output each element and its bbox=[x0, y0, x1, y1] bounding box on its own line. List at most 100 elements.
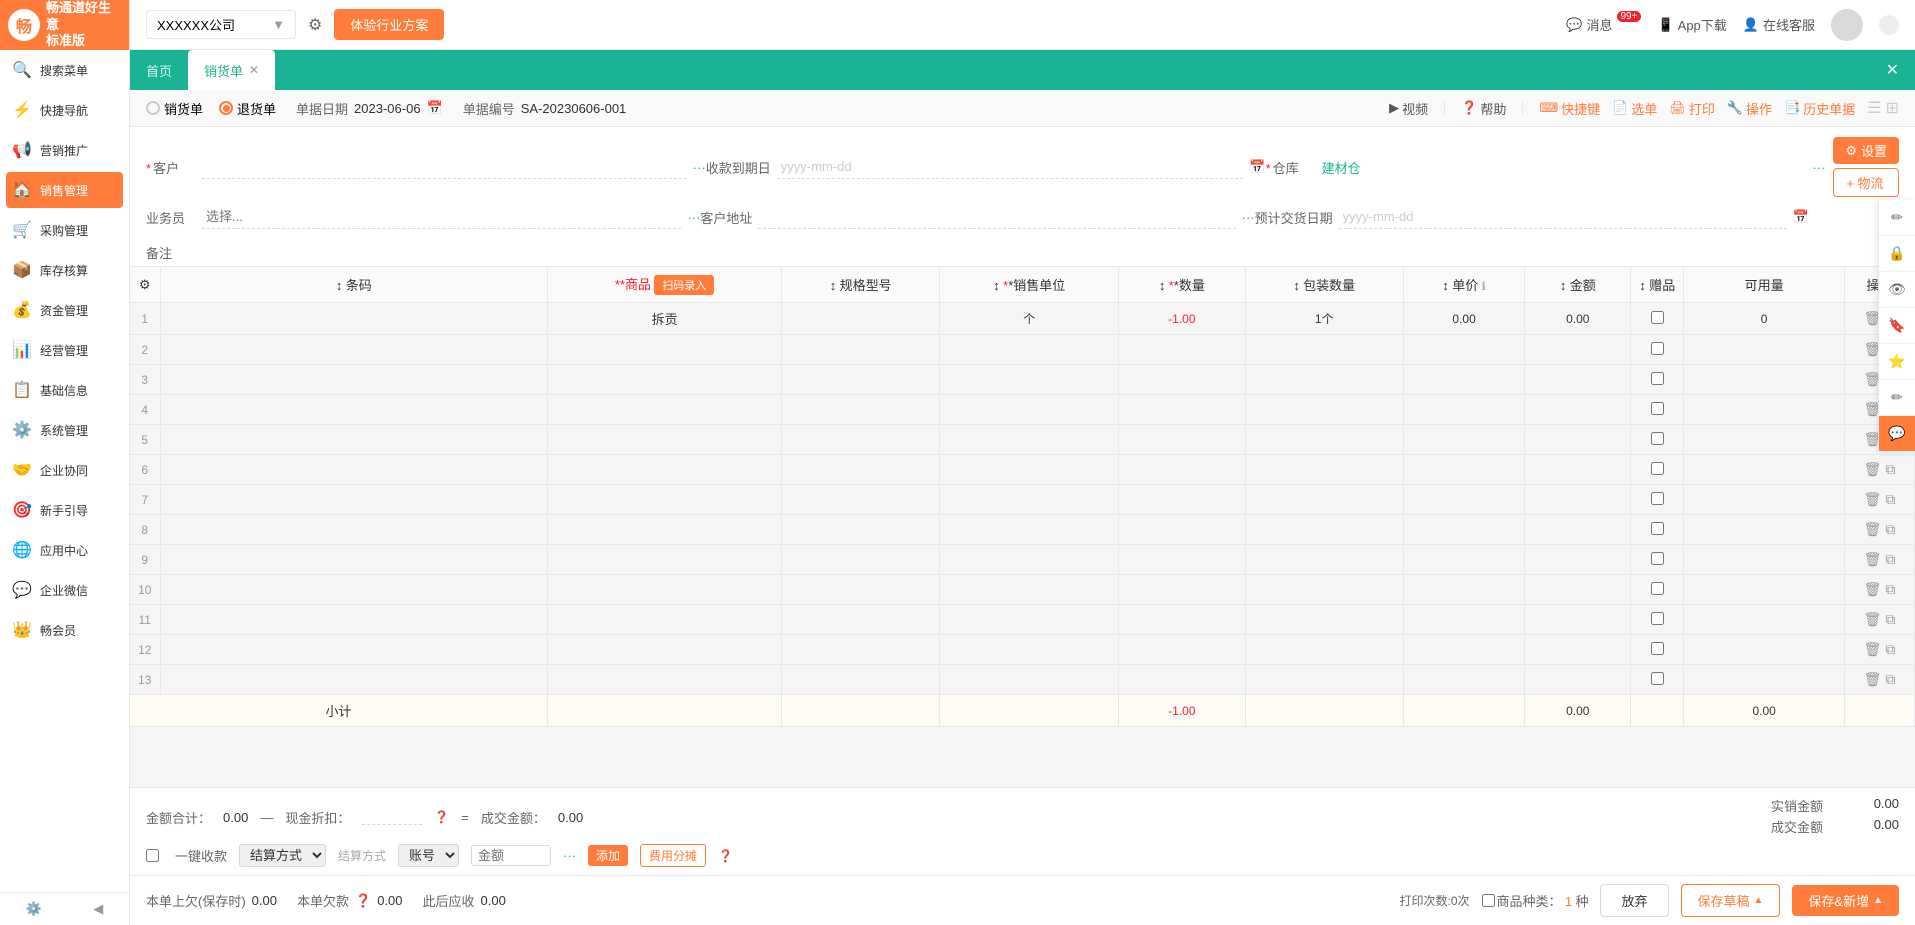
bank-select[interactable]: 账号 bbox=[398, 844, 459, 867]
row-copy-btn[interactable]: ⧉ bbox=[1885, 581, 1895, 598]
cell-unit-price[interactable] bbox=[1403, 455, 1524, 485]
tab-home[interactable]: 首页 bbox=[130, 50, 188, 90]
add-button[interactable]: 添加 bbox=[588, 845, 628, 866]
sidebar-collapse[interactable]: ◀ bbox=[93, 901, 103, 917]
cell-product[interactable] bbox=[548, 515, 782, 545]
row-delete-btn[interactable]: 🗑 bbox=[1864, 671, 1882, 688]
row-delete-btn[interactable]: 🗑 bbox=[1864, 611, 1882, 628]
row-copy-btn[interactable]: ⧉ bbox=[1885, 521, 1895, 538]
cell-quantity[interactable] bbox=[1119, 575, 1245, 605]
cell-product[interactable] bbox=[548, 395, 782, 425]
sidebar-item-member[interactable]: 👑 畅会员 bbox=[0, 610, 129, 650]
cell-quantity[interactable] bbox=[1119, 425, 1245, 455]
cell-product[interactable] bbox=[548, 545, 782, 575]
cell-barcode[interactable] bbox=[160, 303, 548, 335]
company-selector[interactable]: XXXXXX公司 ▼ bbox=[146, 10, 296, 39]
row-copy-btn[interactable]: ⧉ bbox=[1885, 551, 1895, 568]
cell-unit-price[interactable] bbox=[1403, 485, 1524, 515]
sidebar-item-guide[interactable]: 🎯 新手引导 bbox=[0, 490, 129, 530]
cell-barcode[interactable] bbox=[160, 665, 548, 695]
address-dots[interactable]: ··· bbox=[1242, 210, 1255, 225]
history-btn[interactable]: 📑 历史单据 bbox=[1784, 99, 1855, 118]
save-draft-button[interactable]: 保存草稿 ▲ bbox=[1681, 884, 1781, 917]
cell-product[interactable] bbox=[548, 635, 782, 665]
payment-checkbox[interactable] bbox=[146, 849, 159, 862]
sidebar-item-purchase[interactable]: 🛒 采购管理 bbox=[0, 210, 129, 250]
sidebar-settings[interactable]: ⚙️ bbox=[26, 901, 42, 917]
save-new-button[interactable]: 保存&新增 ▲ bbox=[1792, 885, 1899, 916]
cell-barcode[interactable] bbox=[160, 365, 548, 395]
cell-product[interactable] bbox=[548, 365, 782, 395]
cell-product[interactable] bbox=[548, 575, 782, 605]
sidebar-item-sales[interactable]: 🏠 销售管理 bbox=[6, 172, 123, 208]
user-avatar[interactable] bbox=[1831, 9, 1863, 41]
cell-unit-price[interactable] bbox=[1403, 665, 1524, 695]
sidebar-item-system[interactable]: ⚙️ 系统管理 bbox=[0, 410, 129, 450]
cell-unit-price[interactable] bbox=[1403, 635, 1524, 665]
cell-spec[interactable] bbox=[782, 605, 940, 635]
cell-quantity[interactable] bbox=[1119, 605, 1245, 635]
cell-barcode[interactable] bbox=[160, 515, 548, 545]
product-type-checkbox[interactable] bbox=[1482, 894, 1495, 907]
sidebar-item-search[interactable]: 🔍 搜索菜单 bbox=[0, 50, 129, 90]
discount-input[interactable] bbox=[362, 809, 422, 825]
sidebar-item-operation[interactable]: 📊 经营管理 bbox=[0, 330, 129, 370]
shortcuts-btn[interactable]: ⌨ 快捷键 bbox=[1539, 99, 1600, 118]
cell-unit-price[interactable] bbox=[1403, 605, 1524, 635]
row-copy-btn[interactable]: ⧉ bbox=[1885, 491, 1895, 508]
cell-barcode[interactable] bbox=[160, 635, 548, 665]
row-delete-btn[interactable]: 🗑 bbox=[1864, 491, 1882, 508]
cell-quantity[interactable] bbox=[1119, 365, 1245, 395]
cell-barcode[interactable] bbox=[160, 545, 548, 575]
cell-barcode[interactable] bbox=[160, 335, 548, 365]
cell-spec[interactable] bbox=[782, 575, 940, 605]
cell-quantity[interactable] bbox=[1119, 635, 1245, 665]
row-delete-btn[interactable]: 🗑 bbox=[1864, 551, 1882, 568]
cell-gift[interactable] bbox=[1631, 365, 1684, 395]
sidebar-item-wechat[interactable]: 💬 企业微信 bbox=[0, 570, 129, 610]
amount-input[interactable] bbox=[471, 845, 551, 866]
cell-spec[interactable] bbox=[782, 665, 940, 695]
payment-date-input[interactable] bbox=[777, 155, 1244, 179]
tab-sales-order[interactable]: 销货单 ✕ bbox=[188, 50, 275, 90]
rt-item-eye[interactable]: 👁 bbox=[1879, 272, 1915, 308]
message-action[interactable]: 💬 消息 99+ bbox=[1566, 15, 1641, 34]
row-copy-btn[interactable]: ⧉ bbox=[1885, 461, 1895, 478]
sidebar-item-finance[interactable]: 💰 资金管理 bbox=[0, 290, 129, 330]
cell-gift[interactable] bbox=[1631, 575, 1684, 605]
cell-unit-price[interactable] bbox=[1403, 425, 1524, 455]
cell-product[interactable] bbox=[548, 455, 782, 485]
help-btn[interactable]: ❓ 帮助 bbox=[1461, 99, 1506, 118]
row-delete-btn[interactable]: 🗑 bbox=[1864, 581, 1882, 598]
cell-spec[interactable] bbox=[782, 455, 940, 485]
sidebar-item-marketing[interactable]: 📢 营销推广 bbox=[0, 130, 129, 170]
cell-quantity[interactable] bbox=[1119, 395, 1245, 425]
row-delete-btn[interactable]: 🗑 bbox=[1864, 641, 1882, 658]
row-copy-btn[interactable]: ⧉ bbox=[1885, 641, 1895, 658]
cell-gift[interactable] bbox=[1631, 515, 1684, 545]
cell-gift[interactable] bbox=[1631, 303, 1684, 335]
top-settings-icon[interactable]: ⚙ bbox=[308, 15, 322, 35]
customer-dots[interactable]: ··· bbox=[693, 160, 706, 175]
cell-unit-price[interactable] bbox=[1403, 545, 1524, 575]
cell-quantity[interactable]: -1.00 bbox=[1119, 303, 1245, 335]
cell-barcode[interactable] bbox=[160, 485, 548, 515]
cell-barcode[interactable] bbox=[160, 605, 548, 635]
radio-sales[interactable]: 销货单 bbox=[146, 99, 203, 118]
discard-button[interactable]: 放弃 bbox=[1600, 884, 1668, 917]
cell-product[interactable] bbox=[548, 485, 782, 515]
view-toggle-list[interactable]: ☰ bbox=[1867, 98, 1881, 118]
cell-gift[interactable] bbox=[1631, 545, 1684, 575]
cell-barcode[interactable] bbox=[160, 575, 548, 605]
cell-spec[interactable] bbox=[782, 425, 940, 455]
cell-unit-price[interactable] bbox=[1403, 575, 1524, 605]
cell-unit-price[interactable] bbox=[1403, 365, 1524, 395]
salesman-dots[interactable]: ··· bbox=[687, 210, 700, 225]
cell-quantity[interactable] bbox=[1119, 485, 1245, 515]
cell-spec[interactable] bbox=[782, 515, 940, 545]
cell-unit-price[interactable] bbox=[1403, 335, 1524, 365]
app-download-action[interactable]: 📱 App下载 bbox=[1657, 15, 1726, 34]
cell-unit-price[interactable] bbox=[1403, 515, 1524, 545]
cell-quantity[interactable] bbox=[1119, 455, 1245, 485]
select-btn[interactable]: 📄 选单 bbox=[1612, 99, 1657, 118]
